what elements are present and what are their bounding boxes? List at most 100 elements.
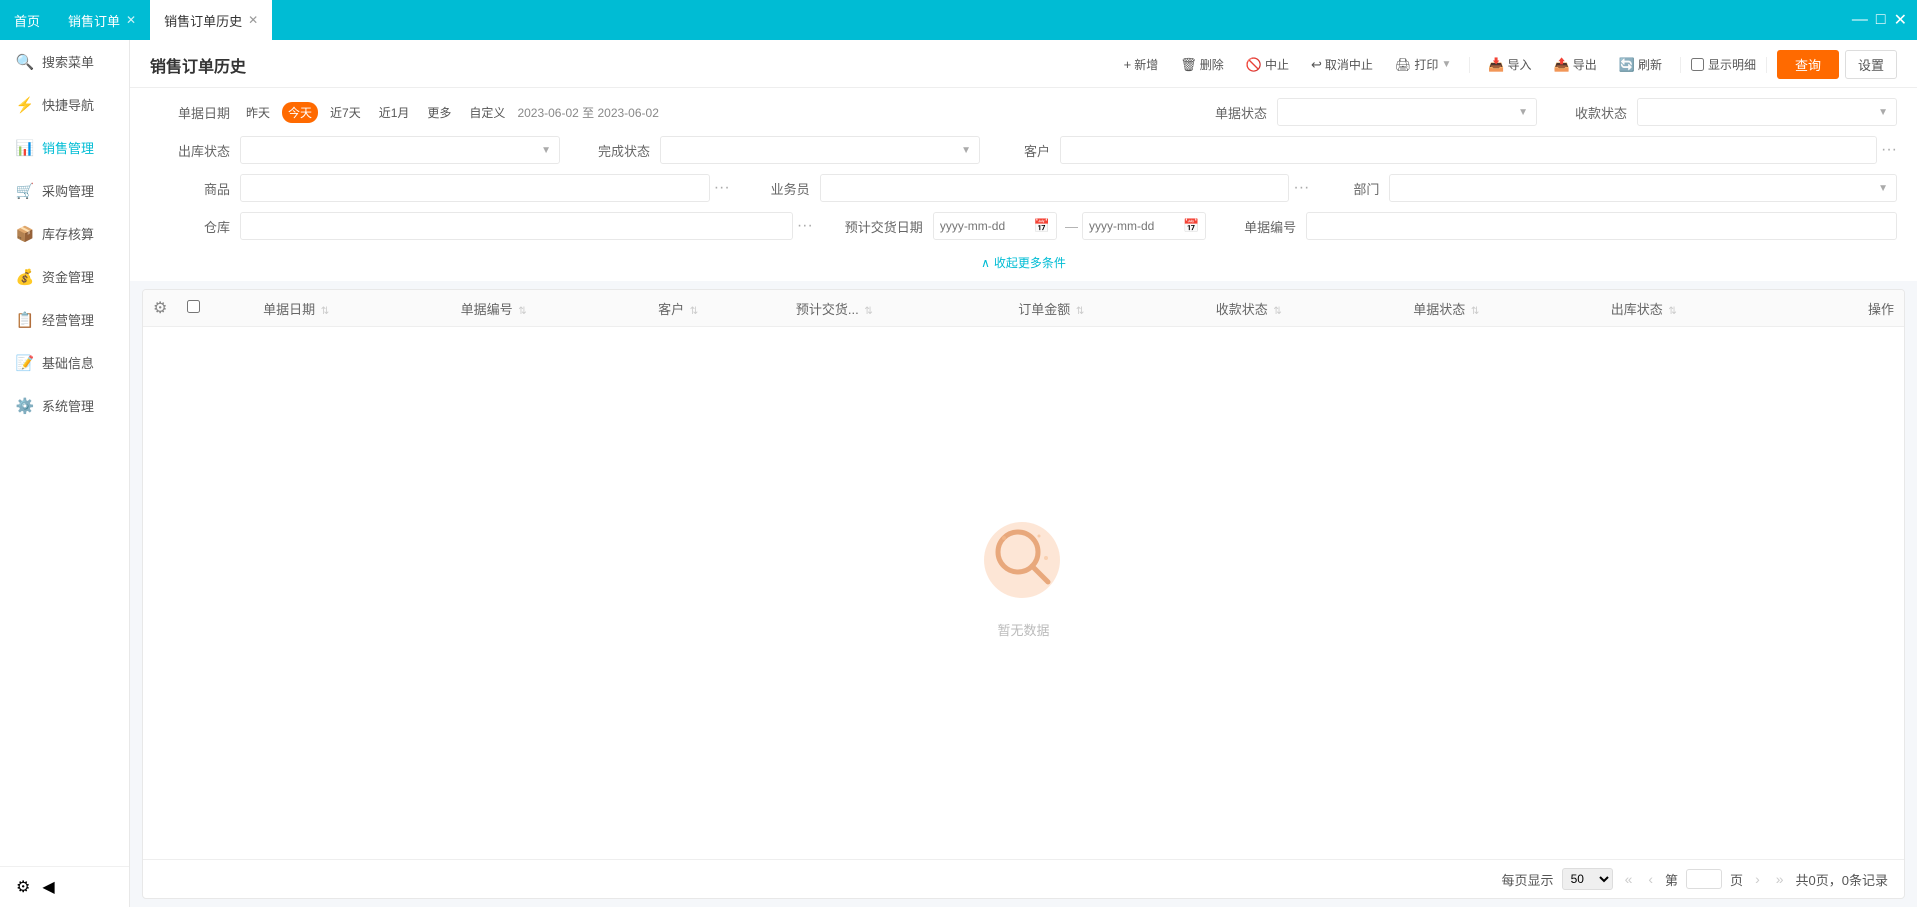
import-button[interactable]: 📥 导入 [1480,52,1539,77]
close-button[interactable]: ✕ [1894,10,1907,30]
expected-delivery-start-wrap: 📅 [933,212,1057,240]
cancel-stop-button[interactable]: ↩ 取消中止 [1303,52,1381,77]
delivery-status-select[interactable]: ▼ [240,136,560,164]
stop-button[interactable]: 🚫 中止 [1238,52,1297,77]
operations-mgmt-icon: 📋 [16,311,34,329]
current-page-input[interactable]: 1 [1686,869,1722,889]
order-status-arrow-icon: ▼ [1518,107,1528,118]
sidebar-item-basic-info[interactable]: 📝 基础信息 [0,341,129,384]
first-page-button[interactable]: « [1621,869,1637,889]
date-last7[interactable]: 近7天 [324,102,367,123]
date-more[interactable]: 更多 [421,102,457,123]
salesperson-label: 业务员 [750,179,820,198]
cancel-stop-icon: ↩ [1311,57,1322,73]
filter-row-2: 出库状态 ▼ 完成状态 ▼ 客户 ··· [150,136,1897,164]
add-icon: + [1124,57,1132,72]
sidebar-item-purchase-mgmt[interactable]: 🛒 采购管理 [0,169,129,212]
payment-status-select[interactable]: ▼ [1637,98,1897,126]
next-page-button[interactable]: › [1751,869,1764,889]
sidebar-item-quick-nav[interactable]: ⚡ 快捷导航 [0,83,129,126]
add-button[interactable]: + 新增 [1116,52,1167,77]
collapse-row[interactable]: ∧ 收起更多条件 [150,250,1897,271]
total-records-text: 共0页，0条记录 [1796,870,1888,889]
customer-input[interactable] [1060,136,1877,164]
order-number-input[interactable] [1306,212,1897,240]
sidebar-bottom: ⚙ ◀ [0,866,129,907]
th-gear: ⚙ [143,290,177,327]
sort-number-icon[interactable]: ⇅ [518,306,526,317]
sidebar-collapse-icon[interactable]: ◀ [42,877,54,897]
expected-delivery-start-input[interactable] [940,219,1030,233]
th-expected-delivery-label: 预计交货... [796,302,859,317]
query-button[interactable]: 查询 [1777,50,1839,79]
tab-sales-order[interactable]: 销售订单 ✕ [54,0,150,40]
tab-sales-order-close[interactable]: ✕ [126,13,136,27]
sort-date-icon[interactable]: ⇅ [321,306,329,317]
import-label: 导入 [1508,56,1532,73]
sort-customer-icon[interactable]: ⇅ [690,306,698,317]
date-custom[interactable]: 自定义 [463,102,511,123]
sidebar-item-sales-mgmt[interactable]: 📊 销售管理 [0,126,129,169]
th-delivery-status: 出库状态 ⇅ [1601,290,1799,327]
page-header: 销售订单历史 + 新增 🗑 删除 🚫 中止 ↩ [130,40,1917,88]
delete-button[interactable]: 🗑 删除 [1172,52,1232,77]
page-size-select[interactable]: 50 20 100 [1562,868,1613,890]
display-detail-label[interactable]: 显示明细 [1691,56,1756,73]
calendar-end-icon[interactable]: 📅 [1183,218,1199,234]
page-label-before: 第 [1665,870,1678,889]
date-last-month[interactable]: 近1月 [373,102,416,123]
sort-expected-delivery-icon[interactable]: ⇅ [864,306,872,317]
order-status-select[interactable]: ▼ [1277,98,1537,126]
delivery-status-label: 出库状态 [150,141,240,160]
product-dots-icon[interactable]: ··· [714,179,730,197]
calendar-start-icon[interactable]: 📅 [1034,218,1050,234]
print-label: 打印 [1414,56,1438,73]
sort-delivery-status-icon[interactable]: ⇅ [1668,306,1676,317]
sort-order-amount-icon[interactable]: ⇅ [1076,306,1084,317]
sidebar-item-search-menu[interactable]: 🔍 搜索菜单 [0,40,129,83]
maximize-button[interactable]: □ [1876,11,1886,29]
sidebar-settings-icon[interactable]: ⚙ [16,877,30,897]
department-select[interactable]: ▼ [1389,174,1897,202]
select-all-checkbox[interactable] [187,300,200,313]
expected-delivery-end-input[interactable] [1089,219,1179,233]
settings-button[interactable]: 设置 [1845,50,1897,79]
sidebar-item-inventory-check[interactable]: 📦 库存核算 [0,212,129,255]
filter-row-3: 商品 ··· 业务员 ··· 部门 ▼ [150,174,1897,202]
sidebar-item-funds-mgmt[interactable]: 💰 资金管理 [0,255,129,298]
date-range-dash: — [1065,219,1078,234]
refresh-button[interactable]: 🔄 刷新 [1611,52,1670,77]
salesperson-dots-icon[interactable]: ··· [1293,179,1309,197]
completion-status-arrow-icon: ▼ [961,145,971,156]
sidebar-item-funds-mgmt-label: 资金管理 [42,267,94,286]
print-button[interactable]: 🖨 打印 ▼ [1387,52,1459,77]
completion-status-select[interactable]: ▼ [660,136,980,164]
export-button[interactable]: 📤 导出 [1546,52,1605,77]
filter-area: 单据日期 昨天 今天 近7天 近1月 更多 自定义 2023-06-02 至 2… [130,88,1917,281]
sort-payment-status-icon[interactable]: ⇅ [1273,306,1281,317]
customer-dots-icon[interactable]: ··· [1881,141,1897,159]
product-input[interactable] [240,174,710,202]
date-today[interactable]: 今天 [282,102,318,123]
table-gear-button[interactable]: ⚙ [153,298,167,318]
payment-status-label: 收款状态 [1557,103,1637,122]
th-number: 单据编号 ⇅ [451,290,649,327]
tab-sales-order-history-close[interactable]: ✕ [248,13,258,27]
empty-illustration [974,508,1074,608]
sidebar-item-system-mgmt[interactable]: ⚙️ 系统管理 [0,384,129,427]
display-detail-checkbox[interactable] [1691,58,1704,71]
warehouse-dots-icon[interactable]: ··· [797,217,813,235]
th-customer-label: 客户 [658,302,684,317]
tab-home[interactable]: 首页 [0,0,54,40]
warehouse-input[interactable] [240,212,793,240]
tab-sales-order-history[interactable]: 销售订单历史 ✕ [150,0,272,40]
minimize-button[interactable]: — [1852,11,1868,29]
last-page-button[interactable]: » [1772,869,1788,889]
delete-icon: 🗑 [1180,57,1197,73]
date-yesterday[interactable]: 昨天 [240,102,276,123]
prev-page-button[interactable]: ‹ [1644,869,1657,889]
sidebar-item-operations-mgmt[interactable]: 📋 经营管理 [0,298,129,341]
content-area: 销售订单历史 + 新增 🗑 删除 🚫 中止 ↩ [130,40,1917,907]
salesperson-input[interactable] [820,174,1290,202]
sort-order-status-icon[interactable]: ⇅ [1471,306,1479,317]
